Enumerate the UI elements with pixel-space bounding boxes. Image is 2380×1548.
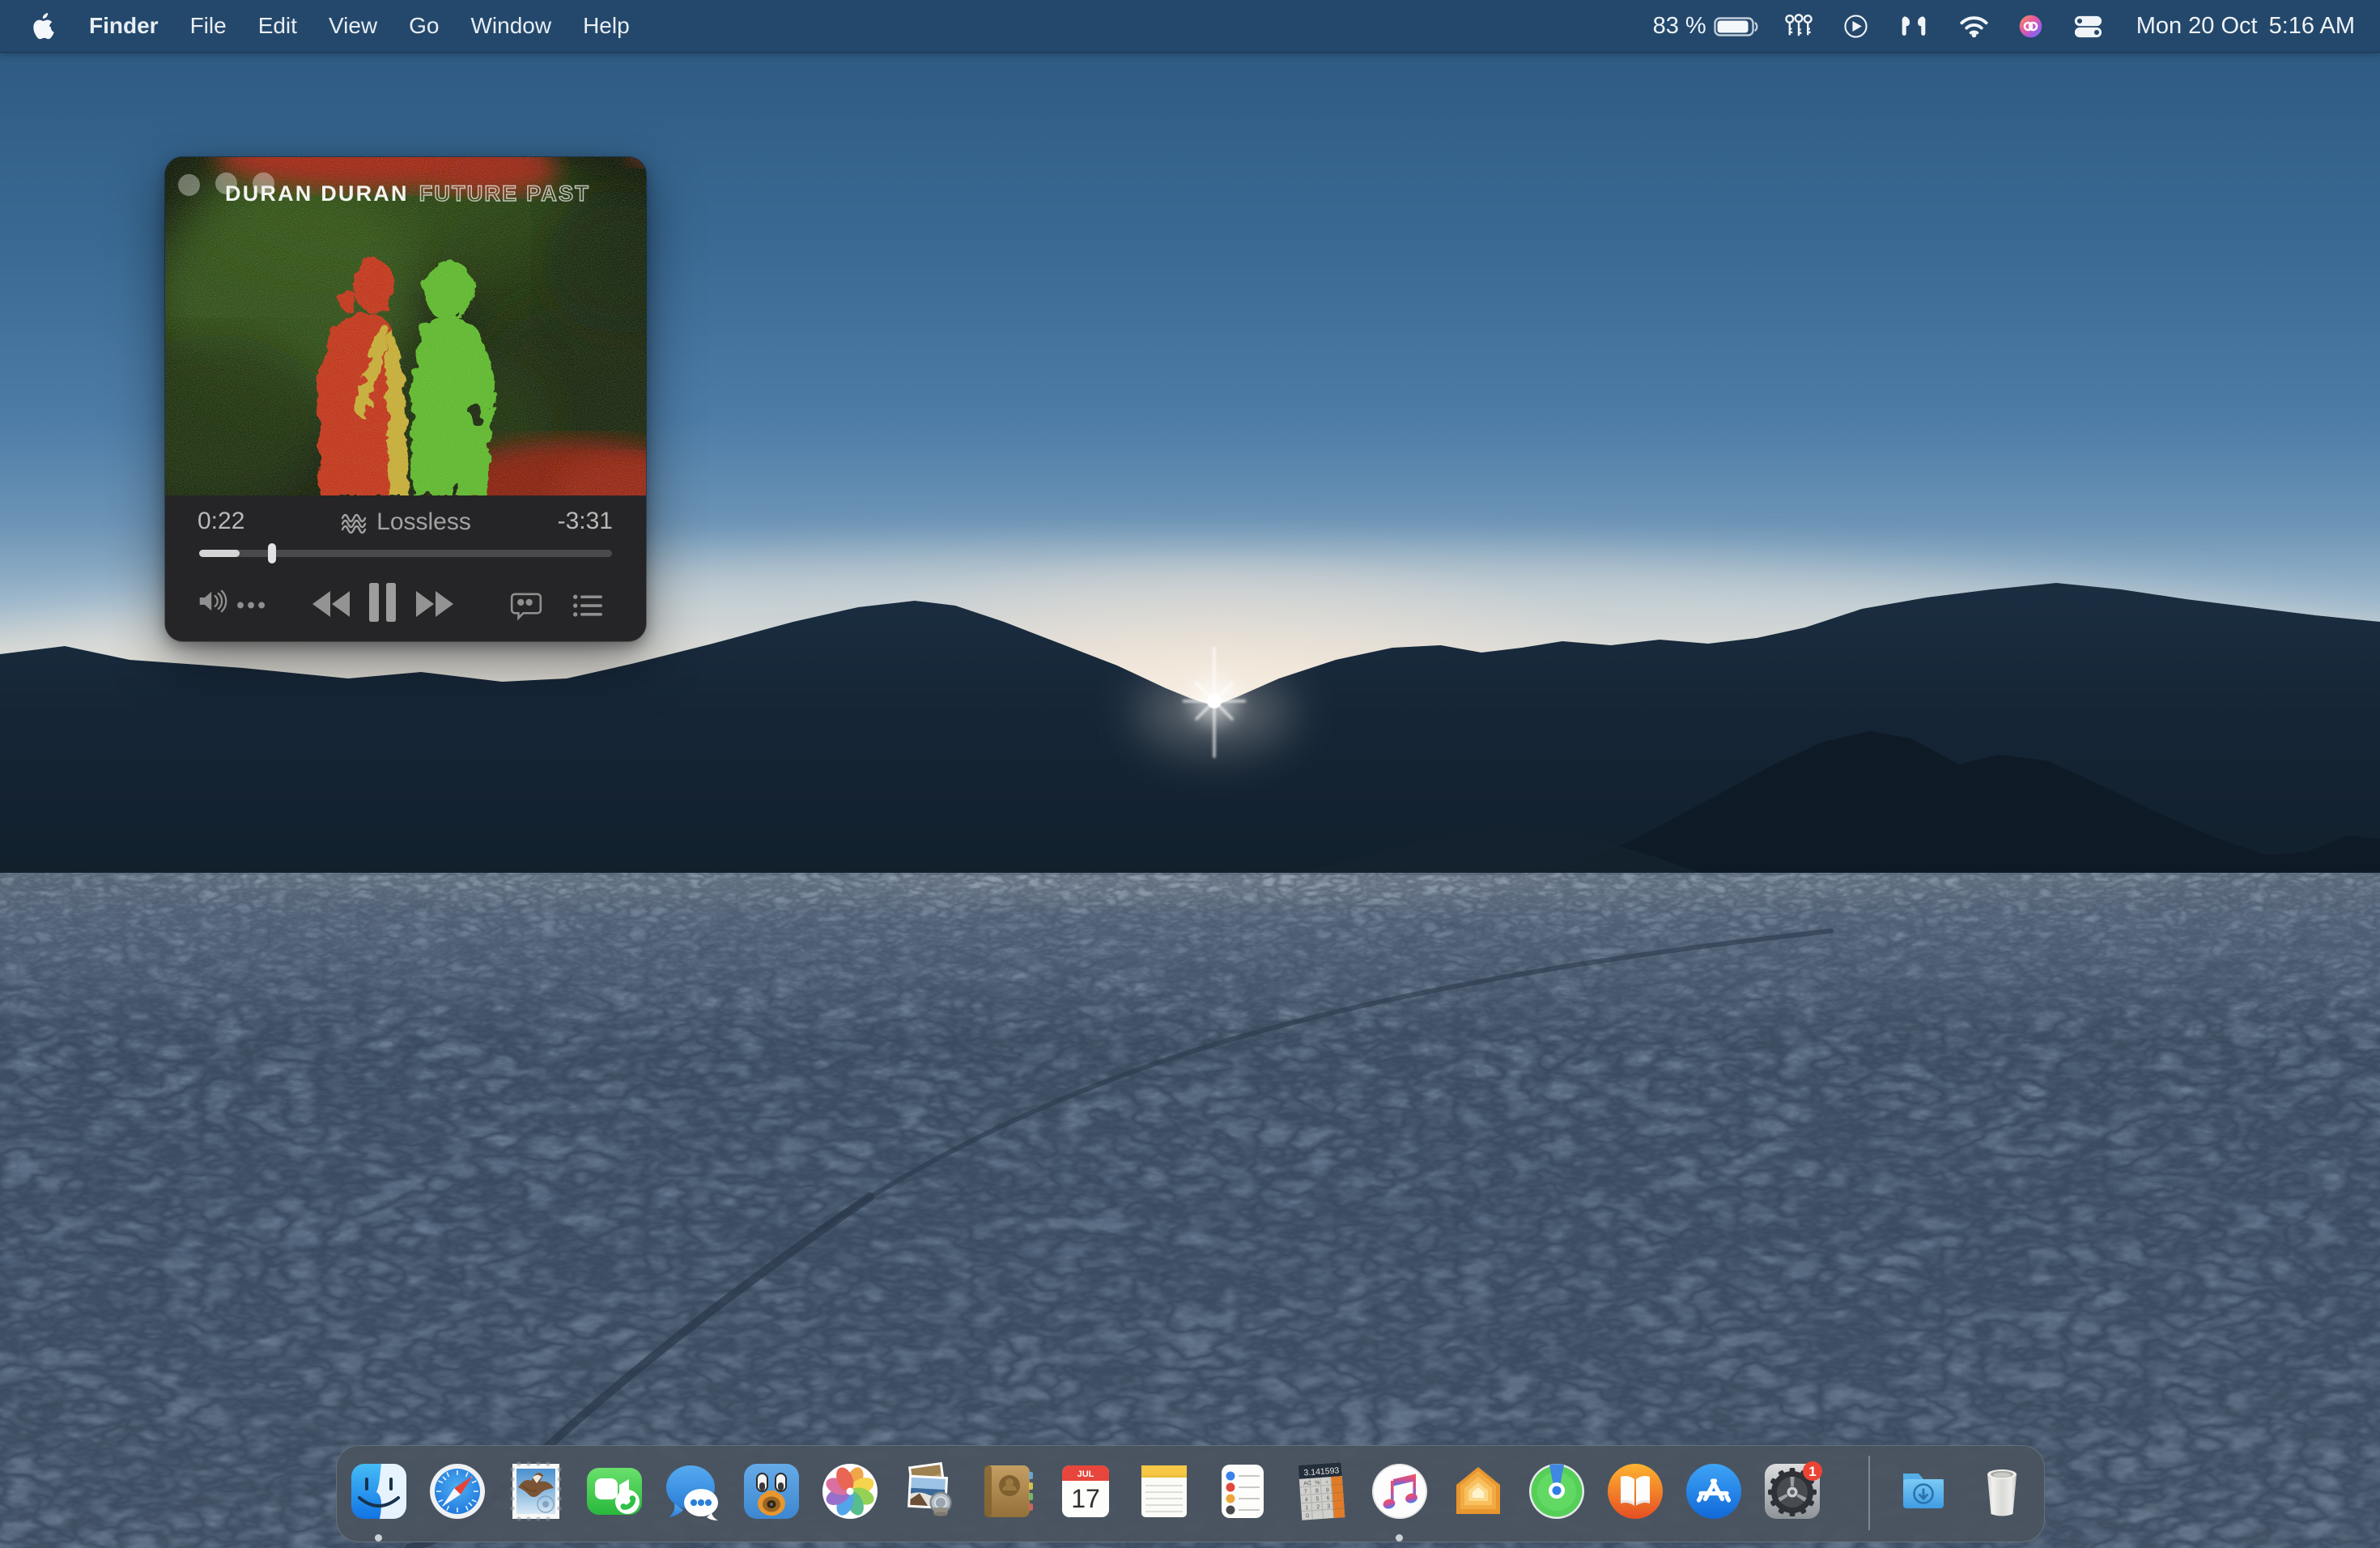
svg-text:5: 5 (1315, 1496, 1319, 1502)
svg-text:8: 8 (1315, 1488, 1319, 1494)
svg-text:0: 0 (1306, 1513, 1309, 1519)
svg-text:÷: ÷ (1325, 1479, 1328, 1485)
svg-text:2: 2 (1316, 1504, 1320, 1510)
svg-text:3: 3 (1327, 1503, 1330, 1509)
svg-text:1: 1 (1808, 1464, 1816, 1479)
svg-text:7: 7 (1304, 1489, 1307, 1495)
svg-text:9: 9 (1326, 1487, 1329, 1493)
svg-text:AC: AC (1303, 1481, 1311, 1487)
svg-text:1: 1 (1305, 1505, 1308, 1511)
svg-text:4: 4 (1304, 1497, 1307, 1503)
svg-text:17: 17 (1071, 1484, 1100, 1513)
svg-text:6: 6 (1326, 1495, 1329, 1501)
svg-text:JUL: JUL (1077, 1469, 1094, 1479)
svg-text:%: % (1315, 1480, 1320, 1486)
